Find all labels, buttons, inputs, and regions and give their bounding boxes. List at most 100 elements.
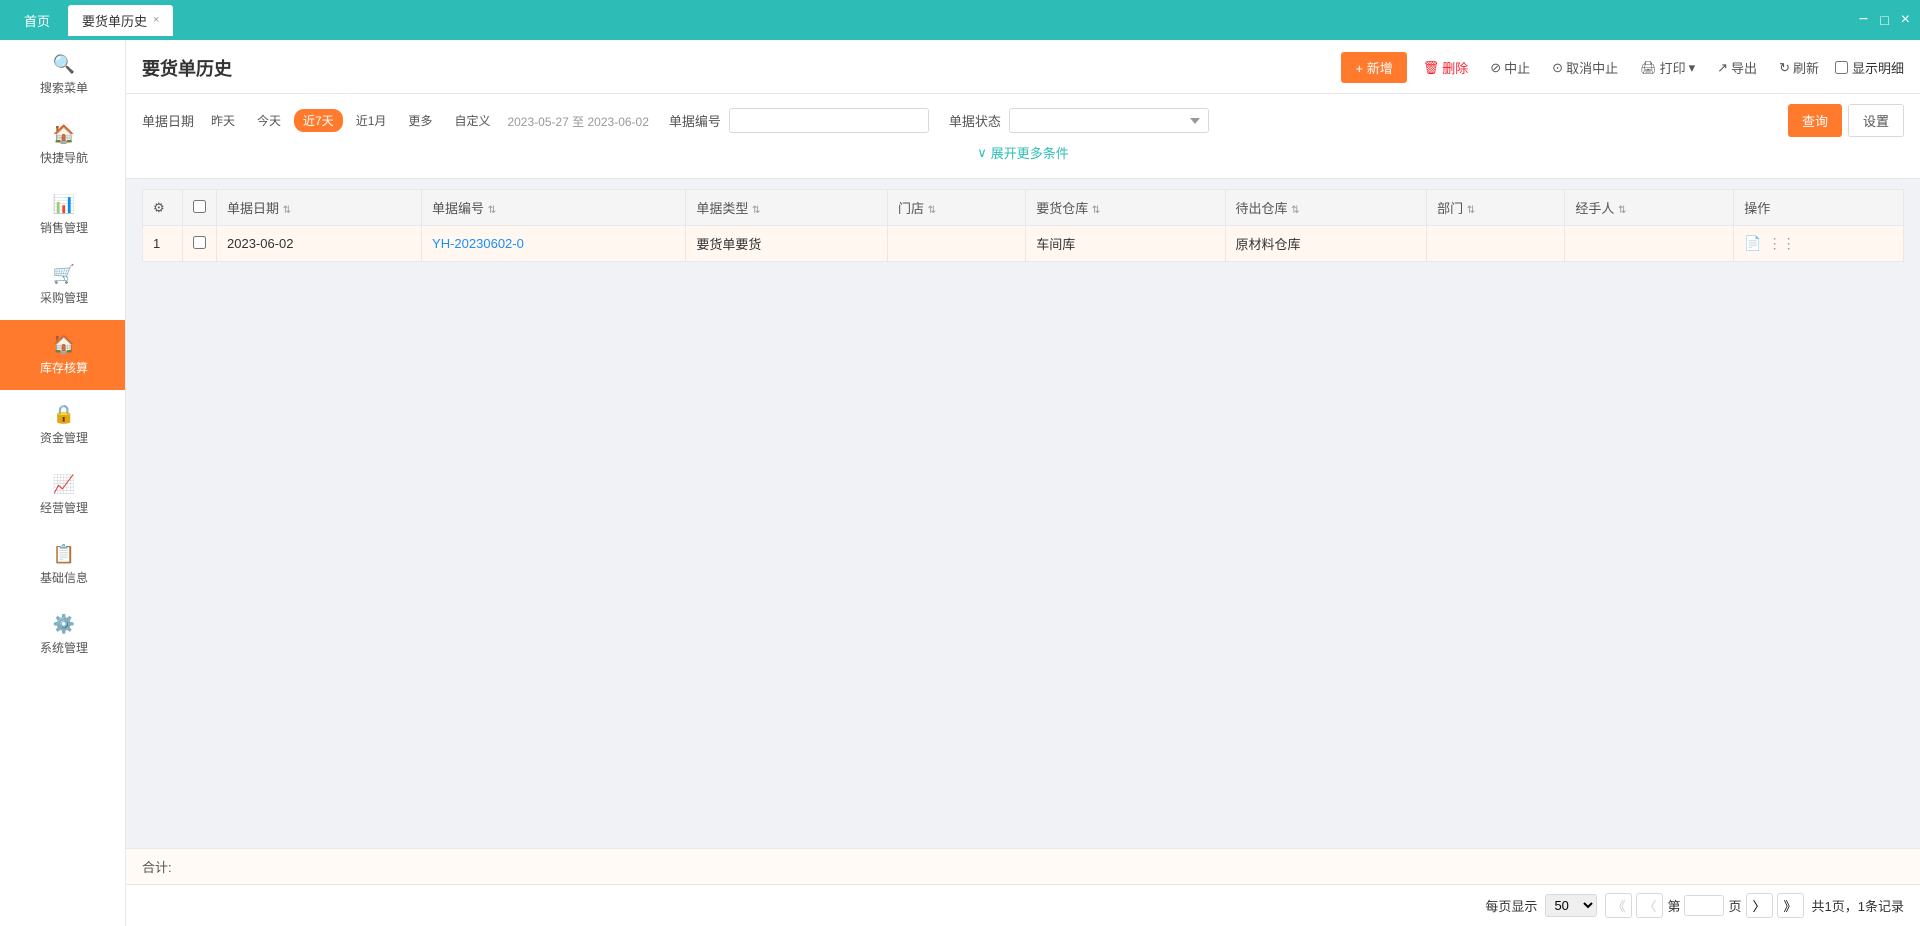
- last-page-btn[interactable]: 》: [1777, 893, 1804, 918]
- page-navigation: 《 〈 第 1 页 〉 》: [1605, 893, 1803, 918]
- first-page-btn[interactable]: 《: [1605, 893, 1632, 918]
- page-header-top: 要货单历史 + 新增 🗑 删除 ⊘ 中止 ⊙ 取消中止: [142, 52, 1904, 83]
- sidebar-label-quicknav: 快捷导航: [40, 149, 88, 166]
- th-date[interactable]: 单据日期 ⇅: [217, 190, 422, 226]
- expand-more-btn[interactable]: ∨ 展开更多条件: [142, 137, 1904, 168]
- home-icon: 🏠: [53, 124, 75, 145]
- cancel-stop-button[interactable]: ⊙ 取消中止: [1546, 54, 1624, 81]
- query-button[interactable]: 查询: [1788, 104, 1842, 137]
- window-maximize[interactable]: □: [1880, 12, 1888, 28]
- row-checkbox[interactable]: [193, 236, 206, 249]
- select-all-checkbox[interactable]: [193, 200, 206, 213]
- filter-status-group: 单据状态: [949, 108, 1209, 133]
- operations-icon: 📈: [53, 474, 75, 495]
- page-number-input[interactable]: 1: [1684, 895, 1724, 916]
- cell-docno: YH-20230602-0: [422, 226, 686, 262]
- show-detail-checkbox[interactable]: [1835, 61, 1848, 74]
- next-page-btn[interactable]: 〉: [1746, 893, 1773, 918]
- settings-button[interactable]: 设置: [1848, 104, 1904, 137]
- delete-icon: 🗑: [1423, 60, 1440, 76]
- sidebar-item-basicinfo[interactable]: 📋 基础信息: [0, 530, 125, 600]
- date-filter-label: 单据日期: [142, 111, 194, 130]
- sidebar-item-sales[interactable]: 📊 销售管理: [0, 180, 125, 250]
- sort-pendingwarehouse-icon: ⇅: [1291, 205, 1299, 216]
- cell-handler: [1565, 226, 1734, 262]
- sort-reqwarehouse-icon: ⇅: [1092, 205, 1100, 216]
- date-btn-1month[interactable]: 近1月: [347, 109, 396, 132]
- th-handler[interactable]: 经手人 ⇅: [1565, 190, 1734, 226]
- cell-operations: 📄 ⋮⋮: [1734, 226, 1904, 262]
- date-btn-today[interactable]: 今天: [248, 109, 290, 132]
- th-store[interactable]: 门店 ⇅: [887, 190, 1025, 226]
- th-reqwarehouse[interactable]: 要货仓库 ⇅: [1026, 190, 1225, 226]
- cell-store: [887, 226, 1025, 262]
- sidebar-item-quicknav[interactable]: 🏠 快捷导航: [0, 110, 125, 180]
- doc-icon: 📋: [53, 544, 75, 565]
- delete-button[interactable]: 🗑 删除: [1417, 54, 1475, 81]
- top-bar: 首页 要货单历史 × − □ ×: [0, 0, 1920, 40]
- th-checkbox: [183, 190, 217, 226]
- table-row: 1 2023-06-02 YH-20230602-0 要货单要货 车间库 原材料…: [143, 226, 1904, 262]
- table-area: ⚙ 单据日期 ⇅ 单据编号 ⇅ 单据类型 ⇅ 门店 ⇅ 要货仓库 ⇅ 待出仓库 …: [126, 179, 1920, 848]
- prev-page-btn[interactable]: 〈: [1636, 893, 1663, 918]
- row-more-icon[interactable]: ⋮⋮: [1768, 235, 1796, 252]
- show-detail-toggle[interactable]: 显示明细: [1835, 58, 1904, 77]
- sidebar-item-inventory[interactable]: 🏠 库存核算: [0, 320, 125, 390]
- expand-icon: ∨: [977, 145, 987, 161]
- sidebar-label-system: 系统管理: [40, 639, 88, 656]
- docno-input[interactable]: [729, 108, 929, 133]
- stop-icon: ⊘: [1490, 60, 1501, 76]
- sidebar-label-purchase: 采购管理: [40, 289, 88, 306]
- date-btn-more[interactable]: 更多: [399, 109, 441, 132]
- sidebar-item-search[interactable]: 🔍 搜索菜单: [0, 40, 125, 110]
- refresh-button[interactable]: ↻ 刷新: [1773, 54, 1825, 81]
- th-pendingwarehouse[interactable]: 待出仓库 ⇅: [1225, 190, 1427, 226]
- chart-icon: 📊: [53, 194, 75, 215]
- sort-date-icon: ⇅: [283, 205, 291, 216]
- date-btn-7days[interactable]: 近7天: [294, 109, 343, 132]
- filter-date-group: 单据日期 昨天 今天 近7天 近1月 更多 自定义 2023-05-27 至 2…: [142, 109, 649, 132]
- page-input-prefix: 第: [1667, 896, 1680, 915]
- page-title: 要货单历史: [142, 55, 232, 81]
- th-settings[interactable]: ⚙: [143, 190, 183, 226]
- cell-department: [1427, 226, 1565, 262]
- window-close[interactable]: ×: [1901, 11, 1910, 29]
- print-icon: 🖨: [1640, 60, 1657, 76]
- sidebar-item-purchase[interactable]: 🛒 采购管理: [0, 250, 125, 320]
- sidebar-label-finance: 资金管理: [40, 429, 88, 446]
- date-btn-custom[interactable]: 自定义: [445, 109, 499, 132]
- filter-area: 单据日期 昨天 今天 近7天 近1月 更多 自定义 2023-05-27 至 2…: [126, 94, 1920, 179]
- th-doctype[interactable]: 单据类型 ⇅: [686, 190, 888, 226]
- cell-checkbox: [183, 226, 217, 262]
- pagesize-label: 每页显示: [1485, 896, 1537, 915]
- row-edit-icon[interactable]: 📄: [1744, 235, 1761, 252]
- pagesize-select[interactable]: 50 10 20 100: [1545, 894, 1597, 917]
- th-department[interactable]: 部门 ⇅: [1427, 190, 1565, 226]
- sort-docno-icon: ⇅: [488, 205, 496, 216]
- export-button[interactable]: ↗ 导出: [1711, 54, 1763, 81]
- window-minimize[interactable]: −: [1859, 11, 1868, 29]
- tab-list: 首页 要货单历史 ×: [10, 5, 1859, 36]
- sidebar-label-operations: 经营管理: [40, 499, 88, 516]
- toolbar: + 新增 🗑 删除 ⊘ 中止 ⊙ 取消中止 🖨 打: [1341, 52, 1904, 83]
- docno-link[interactable]: YH-20230602-0: [432, 236, 524, 251]
- inventory-icon: 🏠: [53, 334, 75, 355]
- gear-icon: ⚙️: [53, 614, 75, 635]
- sidebar-item-finance[interactable]: 🔒 资金管理: [0, 390, 125, 460]
- print-button[interactable]: 🖨 打印 ▾: [1634, 54, 1701, 81]
- tab-close-icon[interactable]: ×: [153, 14, 159, 26]
- lock-icon: 🔒: [53, 404, 75, 425]
- tab-requisition-history[interactable]: 要货单历史 ×: [68, 5, 173, 36]
- stop-button[interactable]: ⊘ 中止: [1484, 54, 1536, 81]
- status-select[interactable]: [1009, 108, 1209, 133]
- date-btn-yesterday[interactable]: 昨天: [202, 109, 244, 132]
- tab-home[interactable]: 首页: [10, 5, 64, 36]
- refresh-icon: ↻: [1779, 60, 1790, 76]
- table-footer: 合计:: [126, 848, 1920, 884]
- date-quick-btns: 昨天 今天 近7天 近1月 更多 自定义: [202, 109, 499, 132]
- cell-date: 2023-06-02: [217, 226, 422, 262]
- th-docno[interactable]: 单据编号 ⇅: [422, 190, 686, 226]
- sidebar-item-operations[interactable]: 📈 经营管理: [0, 460, 125, 530]
- new-button[interactable]: + 新增: [1341, 52, 1406, 83]
- sidebar-item-system[interactable]: ⚙️ 系统管理: [0, 600, 125, 670]
